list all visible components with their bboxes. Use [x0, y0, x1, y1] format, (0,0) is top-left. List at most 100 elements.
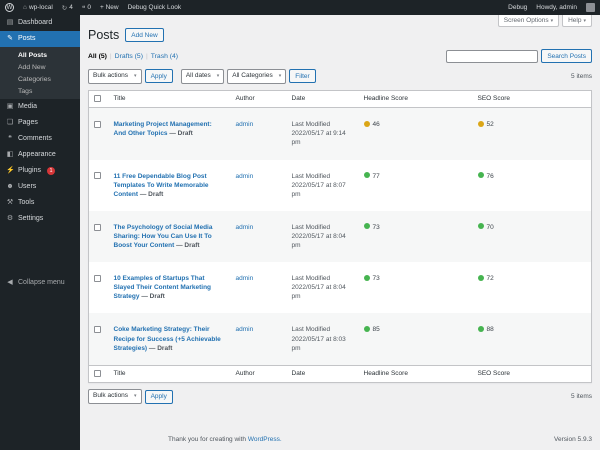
sidebar-item-label: Appearance — [18, 151, 56, 159]
collapse-menu-button[interactable]: ◀ Collapse menu — [0, 275, 80, 291]
page-title: Posts — [88, 28, 120, 43]
sidebar-item-plugins[interactable]: ⚡ Plugins 1 — [0, 163, 80, 179]
date-modified-value: 2022/05/17 at 8:04 pm — [291, 232, 346, 250]
seo-score-value: 70 — [486, 223, 494, 231]
seo-score-dot-icon — [477, 325, 484, 332]
headline-score-dot-icon — [363, 274, 370, 281]
sidebar-item-posts[interactable]: ✎ Posts — [0, 31, 80, 48]
debug-quick-look-link[interactable]: Debug Quick Look — [128, 4, 181, 11]
author-link[interactable]: admin — [236, 326, 254, 333]
table-row: Marketing Project Management: And Other … — [88, 107, 592, 160]
row-checkbox[interactable] — [94, 121, 101, 129]
sidebar-item-users[interactable]: ☻ Users — [0, 179, 80, 195]
screen-options-tab[interactable]: Screen Options ▾ — [497, 15, 560, 27]
row-checkbox[interactable] — [94, 172, 101, 180]
submenu-item-tags[interactable]: Tags — [0, 85, 80, 97]
column-header-date[interactable]: Date — [286, 364, 359, 383]
wordpress-logo-icon[interactable]: W — [5, 3, 14, 12]
screen-options-label: Screen Options — [503, 17, 549, 24]
howdy-account-link[interactable]: Howdy, admin — [536, 4, 577, 11]
author-link[interactable]: admin — [236, 275, 254, 282]
bulk-actions-select[interactable]: Bulk actions ▾ — [88, 69, 142, 84]
avatar[interactable] — [586, 3, 595, 12]
row-checkbox[interactable] — [94, 274, 101, 282]
sidebar-item-tools[interactable]: ⚒ Tools — [0, 195, 80, 211]
debug-link[interactable]: Debug — [508, 4, 527, 11]
help-tab[interactable]: Help ▾ — [562, 15, 592, 27]
chevron-down-icon: ▾ — [583, 17, 586, 24]
submenu-item-categories[interactable]: Categories — [0, 73, 80, 85]
wordpress-admin-posts-screen: W ⌂ wp-local ↻ 4 ❝ 0 + New Debug Quick L… — [0, 0, 600, 450]
bulk-actions-select[interactable]: Bulk actions ▾ — [88, 389, 142, 404]
headline-score-value: 85 — [372, 326, 380, 334]
date-modified-value: 2022/05/17 at 8:04 pm — [291, 284, 346, 301]
view-trash-link[interactable]: Trash (4) — [151, 53, 178, 60]
sidebar-item-label: Dashboard — [18, 19, 53, 26]
updates-count: 4 — [69, 4, 73, 11]
views-row: All (5) | Drafts (5) | Trash (4) Search … — [88, 49, 592, 64]
view-separator: | — [109, 52, 112, 60]
author-link[interactable]: admin — [236, 121, 254, 128]
date-modified-value: 2022/05/17 at 8:03 pm — [291, 335, 346, 352]
select-all-checkbox[interactable] — [94, 94, 101, 102]
author-link[interactable]: admin — [236, 173, 254, 180]
dashboard-icon: ▤ — [6, 19, 14, 26]
sidebar-item-label: Tools — [18, 199, 35, 207]
apply-button[interactable]: Apply — [144, 69, 173, 84]
sidebar-item-settings[interactable]: ⚙ Settings — [0, 211, 80, 227]
row-checkbox[interactable] — [94, 223, 101, 231]
headline-score-dot-icon — [363, 325, 370, 332]
all-dates-select[interactable]: All dates ▾ — [180, 69, 225, 84]
chevron-down-icon: ▾ — [550, 17, 554, 24]
posts-icon: ✎ — [7, 35, 13, 43]
post-state: — Draft — [169, 130, 193, 138]
admin-footer: Thank you for creating with WordPress. V… — [168, 436, 592, 443]
author-link[interactable]: admin — [236, 224, 254, 231]
table-row: 11 Free Dependable Blog Post Templates T… — [89, 160, 592, 211]
admin-bar-comments-link[interactable]: ❝ 0 — [82, 4, 91, 12]
items-count: 5 items — [571, 72, 592, 80]
updates-link[interactable]: ↻ 4 — [62, 4, 73, 12]
view-all-link[interactable]: All (5) — [88, 53, 107, 60]
post-title-link[interactable]: Marketing Project Management: And Other … — [114, 121, 212, 137]
column-header-title[interactable]: Title — [108, 90, 231, 109]
select-all-checkbox[interactable] — [94, 369, 101, 377]
new-content-button[interactable]: + New — [100, 4, 119, 11]
submenu-item-all-posts[interactable]: All Posts — [0, 49, 80, 61]
sidebar-item-pages[interactable]: ❏ Pages — [0, 115, 80, 131]
chevron-down-icon: ▾ — [216, 73, 220, 80]
column-header-date[interactable]: Date — [286, 90, 359, 109]
sidebar-item-appearance[interactable]: ◧ Appearance — [0, 147, 80, 163]
bulk-actions-value: Bulk actions — [93, 72, 129, 80]
table-row: 10 Examples of Startups That Slayed Thei… — [89, 262, 592, 313]
seo-score-dot-icon — [477, 274, 484, 281]
main-content: Screen Options ▾ Help ▾ Posts Add New Al… — [80, 15, 600, 450]
row-checkbox[interactable] — [94, 326, 101, 334]
add-new-button[interactable]: Add New — [125, 28, 164, 43]
filter-button[interactable]: Filter — [289, 69, 316, 84]
sidebar-item-comments[interactable]: ❝ Comments — [0, 131, 80, 147]
appearance-icon: ◧ — [6, 151, 14, 159]
view-drafts-link[interactable]: Drafts (5) — [115, 53, 143, 60]
sidebar-item-dashboard[interactable]: ▤ Dashboard — [0, 15, 80, 31]
column-header-headline-score: Headline Score — [358, 364, 473, 383]
search-posts-button[interactable]: Search Posts — [541, 49, 592, 64]
seo-score-dot-icon — [477, 223, 484, 230]
post-state: — Draft — [139, 190, 164, 198]
seo-score-dot-icon — [477, 120, 484, 127]
apply-button[interactable]: Apply — [144, 389, 173, 404]
column-header-seo-score: SEO Score — [472, 90, 592, 109]
plugins-update-badge: 1 — [46, 167, 55, 176]
column-header-author: Author — [230, 90, 287, 109]
wordpress-link[interactable]: WordPress. — [248, 436, 282, 443]
posts-table: Title Author Date Headline Score SEO Sco… — [88, 89, 592, 384]
site-name-link[interactable]: ⌂ wp-local — [23, 4, 53, 11]
seo-score-value: 88 — [486, 326, 494, 334]
footer-thanks-text: Thank you for creating with — [168, 436, 247, 443]
all-categories-select[interactable]: All Categories ▾ — [227, 69, 287, 84]
search-input[interactable] — [446, 49, 539, 63]
sidebar-item-media[interactable]: ▣ Media — [0, 99, 80, 115]
column-header-title[interactable]: Title — [108, 364, 231, 383]
admin-menu: ▤ Dashboard ✎ Posts All Posts Add New Ca… — [0, 15, 80, 450]
submenu-item-add-new[interactable]: Add New — [0, 61, 80, 73]
